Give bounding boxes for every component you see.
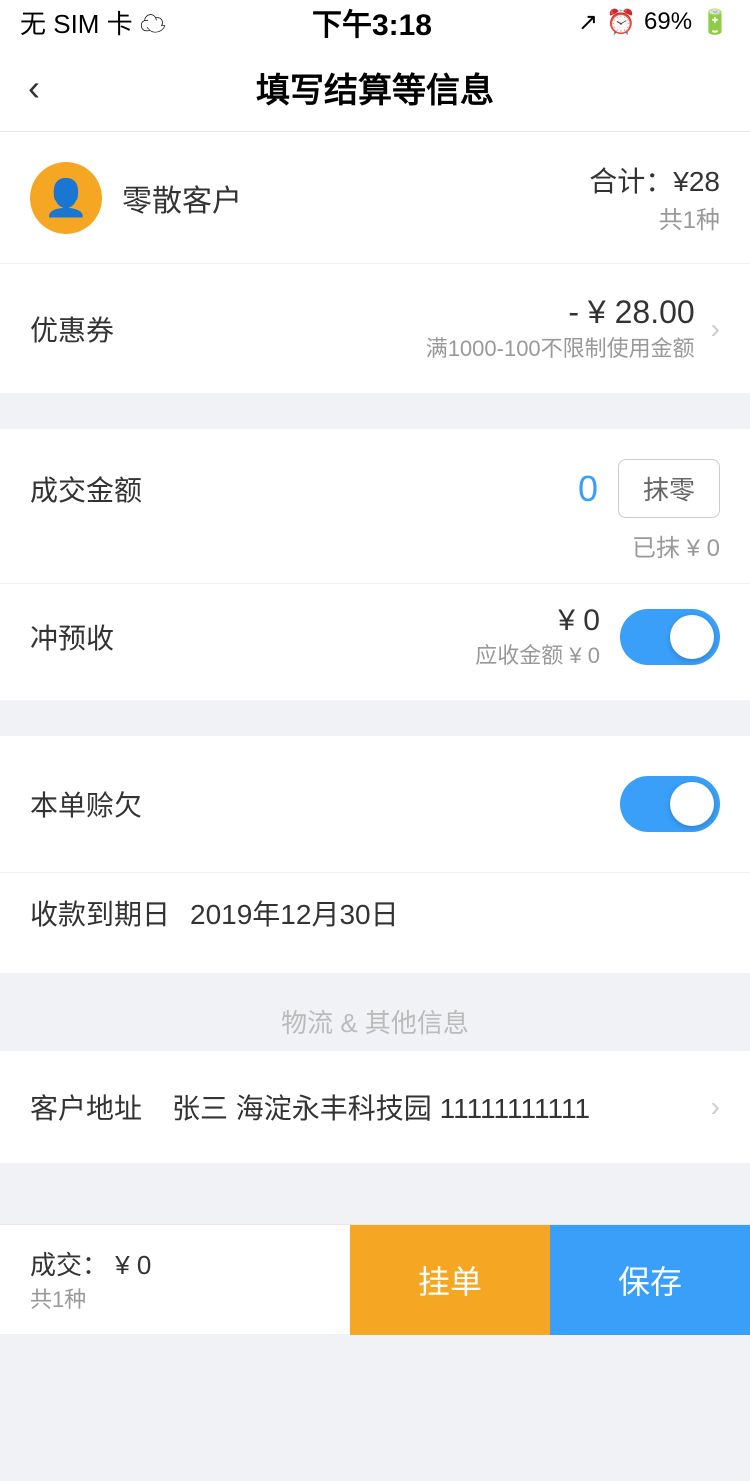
due-date-label: 收款到期日 (30, 893, 170, 933)
debt-toggle[interactable] (620, 776, 720, 832)
address-value: 张三 海淀永丰科技园 11111111111 (172, 1087, 711, 1127)
pre-receive-row: 冲预收 ¥ 0 应收金额 ¥ 0 (0, 583, 750, 700)
coupon-desc: 满1000-100不限制使用金额 (426, 331, 695, 363)
nav-bar: ‹ 填写结算等信息 (0, 44, 750, 132)
back-button[interactable]: ‹ (28, 67, 40, 109)
avatar: 👤 (30, 162, 102, 234)
coupon-value-block: - ¥ 28.00 满1000-100不限制使用金额 (426, 294, 695, 363)
amount-row: 成交金额 0 抹零 (0, 429, 750, 528)
customer-name: 零散客户 (122, 176, 242, 220)
separator-2 (0, 718, 750, 736)
footer-deal-label: 成交： (30, 1250, 108, 1280)
page-title: 填写结算等信息 (256, 63, 494, 112)
footer-info: 成交： ¥ 0 共1种 (0, 1245, 350, 1314)
transaction-sub: 已抹 ¥ 0 (0, 528, 750, 583)
address-card: 客户地址 张三 海淀永丰科技园 11111111111 › (0, 1051, 750, 1163)
coupon-right: - ¥ 28.00 满1000-100不限制使用金额 › (426, 294, 720, 363)
pre-sub: 应收金额 ¥ 0 (475, 638, 600, 670)
customer-row: 👤 零散客户 合计：¥28 共1种 (0, 132, 750, 263)
status-time: 下午3:18 (312, 0, 432, 44)
location-icon: ↗ (578, 8, 598, 37)
separator-1 (0, 411, 750, 429)
round-button[interactable]: 抹零 (618, 459, 720, 518)
logistics-separator: 物流 & 其他信息 (0, 991, 750, 1051)
battery-icon: 🔋 (700, 8, 730, 37)
battery-label: 69% (644, 8, 692, 36)
transaction-value: 0 (578, 468, 598, 510)
avatar-icon: 👤 (44, 177, 89, 219)
address-label: 客户地址 (30, 1087, 142, 1127)
debt-card: 本单赊欠 收款到期日 2019年12月30日 (0, 736, 750, 973)
status-left: 无 SIM 卡 ☁ (20, 4, 166, 41)
coupon-amount: - ¥ 28.00 (426, 294, 695, 331)
status-bar: 无 SIM 卡 ☁ 下午3:18 ↗ ⏰ 69% 🔋 (0, 0, 750, 44)
due-date-row: 收款到期日 2019年12月30日 (0, 872, 750, 973)
alarm-icon: ⏰ (606, 8, 636, 37)
save-button[interactable]: 保存 (550, 1225, 750, 1335)
debt-label: 本单赊欠 (30, 784, 142, 824)
pre-amount: ¥ 0 (475, 604, 600, 638)
status-right: ↗ ⏰ 69% 🔋 (578, 8, 730, 37)
customer-card: 👤 零散客户 合计：¥28 共1种 优惠券 - ¥ 28.00 满1000-10… (0, 132, 750, 393)
address-chevron-icon: › (711, 1091, 720, 1123)
customer-total: 合计：¥28 共1种 (589, 160, 720, 235)
pre-value-block: ¥ 0 应收金额 ¥ 0 (475, 604, 600, 670)
due-date-value: 2019年12月30日 (190, 893, 399, 933)
transaction-label: 成交金额 (30, 469, 142, 509)
logistics-label: 物流 & 其他信息 (281, 1003, 469, 1040)
amount-right: 0 抹零 (578, 459, 720, 518)
footer-deal-amount: ¥ 0 (115, 1250, 151, 1280)
pre-receive-toggle[interactable] (620, 609, 720, 665)
address-row[interactable]: 客户地址 张三 海淀永丰科技园 11111111111 › (0, 1051, 750, 1163)
footer-count: 共1种 (30, 1282, 320, 1314)
coupon-row[interactable]: 优惠券 - ¥ 28.00 满1000-100不限制使用金额 › (0, 263, 750, 393)
sim-label: 无 SIM 卡 ☁ (20, 4, 166, 41)
customer-left: 👤 零散客户 (30, 162, 242, 234)
footer: 成交： ¥ 0 共1种 挂单 保存 (0, 1224, 750, 1334)
coupon-chevron-icon: › (711, 313, 720, 345)
pre-receive-label: 冲预收 (30, 617, 114, 657)
total-count: 共1种 (589, 200, 720, 235)
pre-receive-right: ¥ 0 应收金额 ¥ 0 (475, 604, 720, 670)
total-amount: 合计：¥28 (589, 160, 720, 200)
debt-row: 本单赊欠 (0, 736, 750, 872)
coupon-label: 优惠券 (30, 309, 114, 349)
footer-deal: 成交： ¥ 0 (30, 1245, 320, 1282)
transaction-card: 成交金额 0 抹零 已抹 ¥ 0 冲预收 ¥ 0 应收金额 ¥ 0 (0, 429, 750, 700)
hang-button[interactable]: 挂单 (350, 1225, 550, 1335)
